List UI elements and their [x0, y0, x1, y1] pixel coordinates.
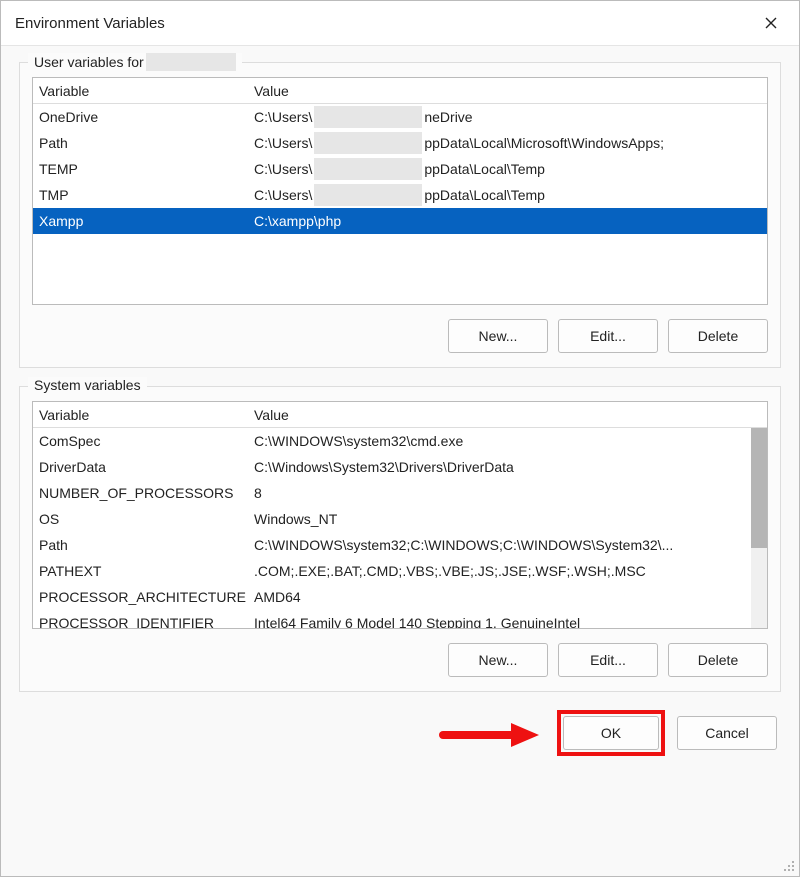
system-delete-button[interactable]: Delete [668, 643, 768, 677]
user-header-variable[interactable]: Variable [39, 83, 254, 99]
table-row[interactable]: XamppC:\xampp\php [33, 208, 767, 234]
user-header-value[interactable]: Value [254, 83, 761, 99]
value-cell: C:\Users\ppData\Local\Temp [254, 184, 761, 206]
value-cell: Windows_NT [254, 511, 761, 527]
system-scrollbar[interactable] [751, 428, 767, 628]
table-row[interactable]: OneDriveC:\Users\neDrive [33, 104, 767, 130]
value-cell: 8 [254, 485, 761, 501]
table-row[interactable]: DriverDataC:\Windows\System32\Drivers\Dr… [33, 454, 767, 480]
system-button-row: New... Edit... Delete [32, 643, 768, 677]
annotation-arrow [439, 720, 539, 750]
user-variables-label: User variables for [28, 53, 242, 71]
cancel-button[interactable]: Cancel [677, 716, 777, 750]
variable-cell: OS [39, 511, 254, 527]
system-variables-group: System variables Variable Value ComSpecC… [19, 386, 781, 692]
content-area: User variables for Variable Value OneDri… [1, 46, 799, 858]
table-row[interactable]: PROCESSOR_ARCHITECTUREAMD64 [33, 584, 767, 610]
env-vars-dialog: Environment Variables User variables for… [0, 0, 800, 877]
value-cell: C:\WINDOWS\system32;C:\WINDOWS;C:\WINDOW… [254, 537, 761, 553]
dialog-button-row: OK Cancel [19, 710, 781, 760]
user-new-button[interactable]: New... [448, 319, 548, 353]
username-redacted [146, 53, 236, 71]
arrow-icon [439, 720, 539, 750]
user-delete-button[interactable]: Delete [668, 319, 768, 353]
system-variables-label: System variables [28, 377, 147, 393]
table-row[interactable]: PathC:\Users\ppData\Local\Microsoft\Wind… [33, 130, 767, 156]
table-row[interactable]: PROCESSOR_IDENTIFIERIntel64 Family 6 Mod… [33, 610, 767, 629]
system-scrollbar-thumb[interactable] [751, 428, 767, 548]
variable-cell: NUMBER_OF_PROCESSORS [39, 485, 254, 501]
variable-cell: PATHEXT [39, 563, 254, 579]
table-row[interactable]: PathC:\WINDOWS\system32;C:\WINDOWS;C:\WI… [33, 532, 767, 558]
variable-cell: DriverData [39, 459, 254, 475]
close-icon [765, 17, 777, 29]
value-cell: C:\xampp\php [254, 213, 761, 229]
value-redacted [314, 184, 422, 206]
table-row[interactable]: PATHEXT.COM;.EXE;.BAT;.CMD;.VBS;.VBE;.JS… [33, 558, 767, 584]
value-cell: Intel64 Family 6 Model 140 Stepping 1, G… [254, 615, 761, 629]
user-list-header: Variable Value [33, 78, 767, 104]
value-redacted [314, 106, 422, 128]
table-row[interactable]: TMPC:\Users\ppData\Local\Temp [33, 182, 767, 208]
variable-cell: TEMP [39, 161, 254, 177]
ok-button[interactable]: OK [563, 716, 659, 750]
table-row[interactable]: OSWindows_NT [33, 506, 767, 532]
variable-cell: OneDrive [39, 109, 254, 125]
user-variables-group: User variables for Variable Value OneDri… [19, 62, 781, 368]
value-cell: C:\Users\neDrive [254, 106, 761, 128]
ok-annotation-highlight: OK [557, 710, 665, 756]
system-variables-list[interactable]: Variable Value ComSpecC:\WINDOWS\system3… [32, 401, 768, 629]
value-cell: C:\Windows\System32\Drivers\DriverData [254, 459, 761, 475]
value-cell: C:\Users\ppData\Local\Microsoft\WindowsA… [254, 132, 761, 154]
value-redacted [314, 158, 422, 180]
variable-cell: Xampp [39, 213, 254, 229]
user-variables-list[interactable]: Variable Value OneDriveC:\Users\neDriveP… [32, 77, 768, 305]
resize-grip[interactable] [781, 858, 797, 874]
system-new-button[interactable]: New... [448, 643, 548, 677]
resize-grip-icon [781, 858, 797, 874]
value-redacted [314, 132, 422, 154]
window-title: Environment Variables [15, 15, 165, 32]
titlebar: Environment Variables [1, 1, 799, 46]
user-variables-label-text: User variables for [34, 54, 144, 70]
system-header-value[interactable]: Value [254, 407, 761, 423]
close-button[interactable] [757, 9, 785, 37]
system-edit-button[interactable]: Edit... [558, 643, 658, 677]
variable-cell: PROCESSOR_ARCHITECTURE [39, 589, 254, 605]
variable-cell: Path [39, 537, 254, 553]
value-cell: AMD64 [254, 589, 761, 605]
system-list-header: Variable Value [33, 402, 767, 428]
variable-cell: ComSpec [39, 433, 254, 449]
user-button-row: New... Edit... Delete [32, 319, 768, 353]
variable-cell: Path [39, 135, 254, 151]
value-cell: C:\Users\ppData\Local\Temp [254, 158, 761, 180]
table-row[interactable]: ComSpecC:\WINDOWS\system32\cmd.exe [33, 428, 767, 454]
variable-cell: PROCESSOR_IDENTIFIER [39, 615, 254, 629]
table-row[interactable]: TEMPC:\Users\ppData\Local\Temp [33, 156, 767, 182]
user-edit-button[interactable]: Edit... [558, 319, 658, 353]
system-header-variable[interactable]: Variable [39, 407, 254, 423]
value-cell: .COM;.EXE;.BAT;.CMD;.VBS;.VBE;.JS;.JSE;.… [254, 563, 761, 579]
variable-cell: TMP [39, 187, 254, 203]
value-cell: C:\WINDOWS\system32\cmd.exe [254, 433, 761, 449]
table-row[interactable]: NUMBER_OF_PROCESSORS8 [33, 480, 767, 506]
